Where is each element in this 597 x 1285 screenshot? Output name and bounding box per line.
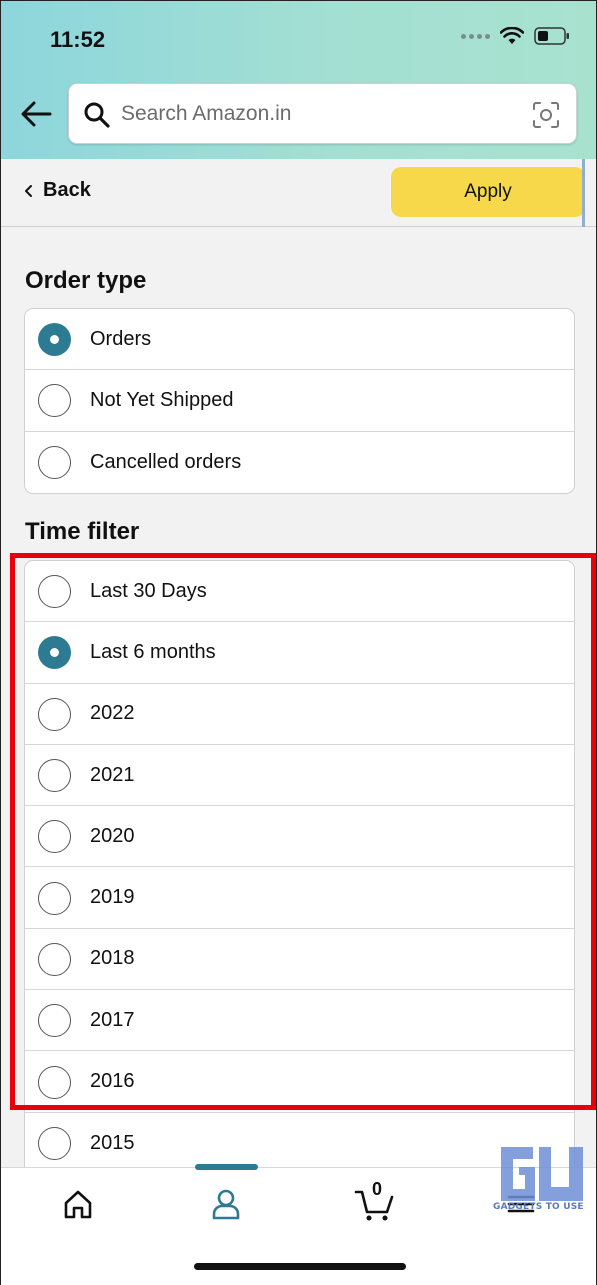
- order-type-card: Orders Not Yet Shipped Cancelled orders: [24, 308, 575, 494]
- back-button[interactable]: Back: [23, 179, 91, 202]
- home-indicator[interactable]: [194, 1263, 406, 1270]
- search-bar[interactable]: [68, 83, 577, 144]
- option-label: Cancelled orders: [90, 450, 242, 473]
- radio-button[interactable]: [38, 759, 71, 793]
- radio-button[interactable]: [38, 384, 71, 418]
- time-filter-option[interactable]: 2017: [25, 990, 574, 1052]
- time-filter-option[interactable]: 2021: [25, 745, 574, 807]
- radio-button-checked[interactable]: [38, 636, 71, 670]
- radio-button[interactable]: [38, 942, 71, 976]
- filter-toolbar: Back Apply: [1, 159, 596, 227]
- time-filter-option[interactable]: 2018: [25, 929, 574, 991]
- app-header: 11:52: [1, 1, 596, 159]
- home-icon[interactable]: [58, 1184, 98, 1224]
- radio-button[interactable]: [38, 575, 71, 609]
- radio-button-checked[interactable]: [38, 323, 71, 357]
- radio-button[interactable]: [38, 1004, 71, 1038]
- option-label: 2019: [90, 886, 135, 909]
- option-label: 2022: [90, 702, 135, 725]
- radio-button[interactable]: [38, 1127, 71, 1161]
- time-filter-option[interactable]: 2022: [25, 684, 574, 745]
- radio-button[interactable]: [38, 881, 71, 915]
- watermark-text: GADGETS TO USE: [493, 1202, 584, 1212]
- time-filter-option[interactable]: 2016: [25, 1051, 574, 1113]
- time-filter-option[interactable]: 2020: [25, 806, 574, 868]
- apply-button[interactable]: Apply: [391, 167, 585, 217]
- option-label: 2021: [90, 763, 135, 786]
- option-label: 2018: [90, 947, 135, 970]
- order-type-option[interactable]: Cancelled orders: [25, 432, 574, 493]
- order-type-option[interactable]: Not Yet Shipped: [25, 370, 574, 432]
- back-label: Back: [43, 179, 91, 201]
- scroll-indicator: [582, 159, 585, 227]
- active-tab-indicator: [195, 1164, 258, 1170]
- option-label: Last 6 months: [90, 640, 216, 663]
- option-label: 2016: [90, 1070, 135, 1093]
- radio-button[interactable]: [38, 446, 71, 480]
- time-filter-option[interactable]: Last 6 months: [25, 622, 574, 684]
- option-label: Not Yet Shipped: [90, 388, 234, 411]
- option-label: 2017: [90, 1008, 135, 1031]
- status-time: 11:52: [50, 27, 106, 52]
- time-filter-card: Last 30 Days Last 6 months 2022 2021 202…: [24, 560, 575, 1180]
- radio-button[interactable]: [38, 1065, 71, 1099]
- time-filter-option[interactable]: Last 30 Days: [25, 561, 574, 623]
- wifi-icon: [500, 27, 524, 44]
- order-type-title: Order type: [25, 267, 147, 294]
- radio-button[interactable]: [38, 820, 71, 854]
- chevron-left-icon: [25, 184, 32, 197]
- signal-icon: [461, 33, 490, 39]
- option-label: 2020: [90, 824, 135, 847]
- time-filter-title: Time filter: [25, 518, 140, 545]
- search-icon: [84, 102, 110, 128]
- back-arrow-icon[interactable]: [19, 99, 53, 129]
- account-icon[interactable]: [206, 1184, 246, 1224]
- radio-button[interactable]: [38, 697, 71, 731]
- option-label: 2015: [90, 1131, 135, 1154]
- status-icons: [461, 27, 570, 45]
- option-label: Orders: [90, 327, 152, 350]
- camera-scan-icon[interactable]: [532, 101, 560, 129]
- battery-icon: [534, 27, 569, 45]
- order-type-option[interactable]: Orders: [25, 309, 574, 371]
- time-filter-option[interactable]: 2015: [25, 1113, 574, 1174]
- cart-count: 0: [372, 1179, 383, 1199]
- search-input[interactable]: [121, 94, 521, 134]
- time-filter-option[interactable]: 2019: [25, 867, 574, 929]
- option-label: Last 30 Days: [90, 579, 207, 602]
